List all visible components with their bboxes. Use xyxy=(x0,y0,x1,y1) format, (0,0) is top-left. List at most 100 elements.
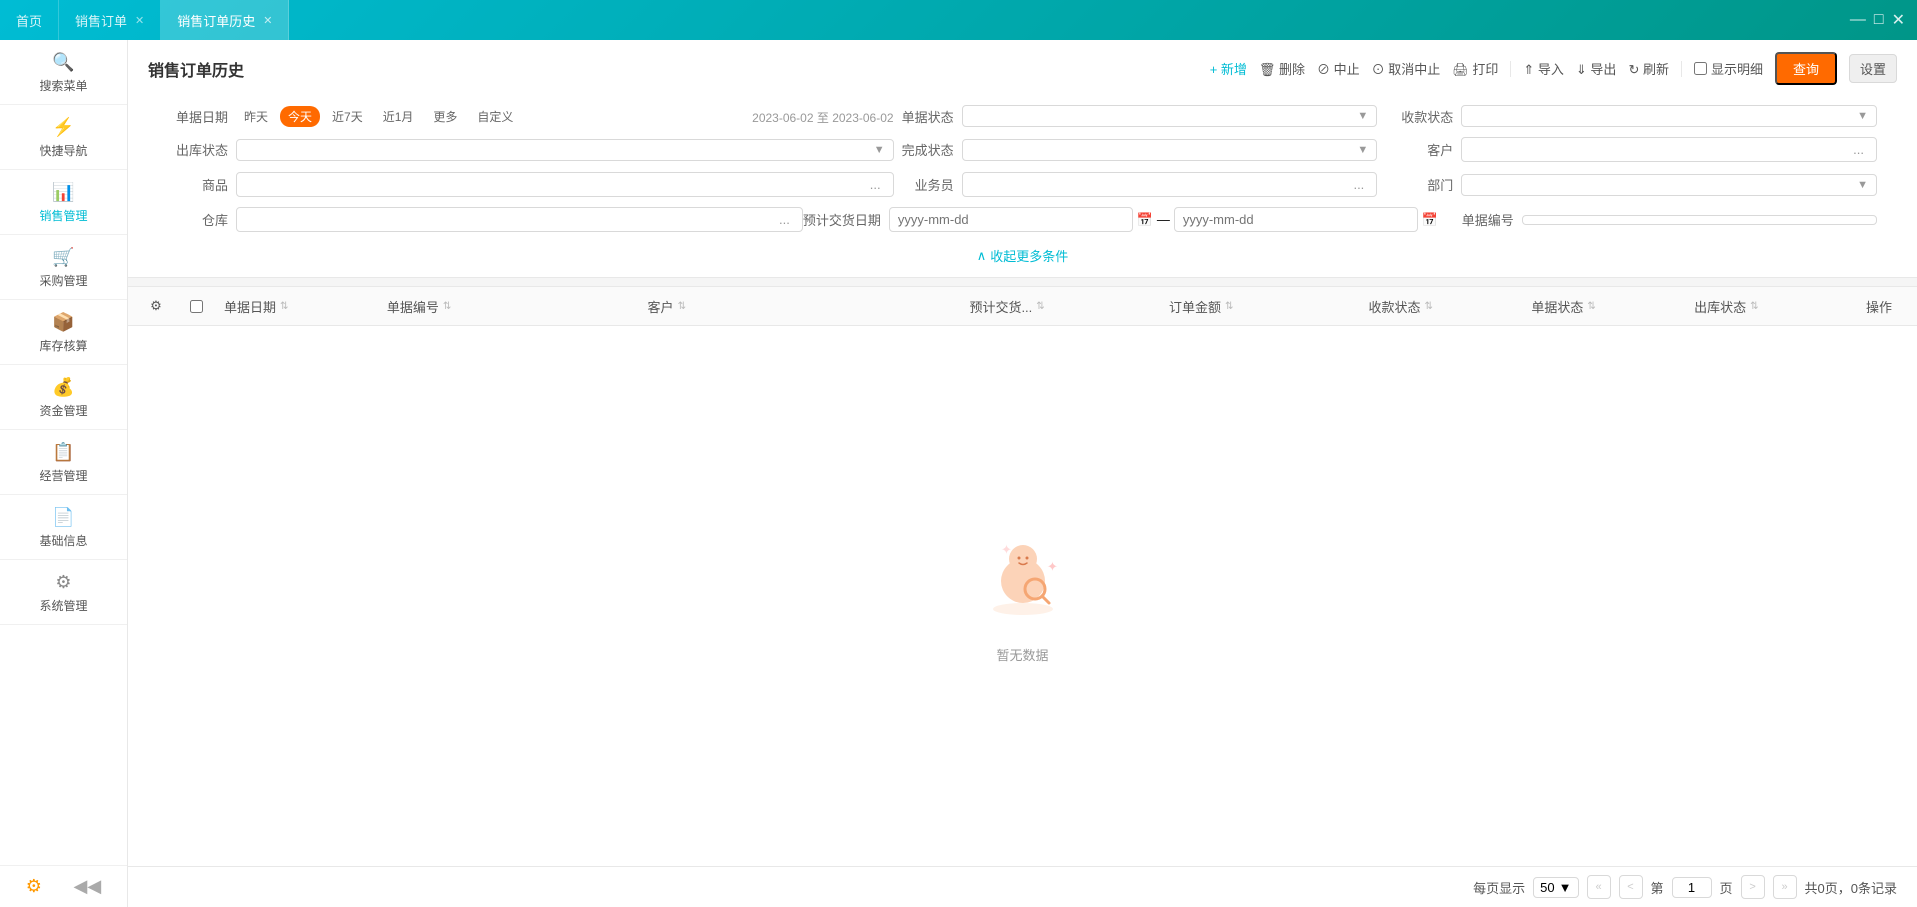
salesman-label: 业务员 xyxy=(894,175,954,194)
import-button[interactable]: ⇑ 导入 xyxy=(1523,59,1564,78)
tab-sales-order[interactable]: 销售订单 ✕ xyxy=(59,0,161,40)
payment-status-select[interactable]: ▼ xyxy=(1461,105,1877,127)
collapse-icon: ∧ xyxy=(977,248,987,264)
warehouse-input[interactable]: ... xyxy=(236,207,803,232)
date-yesterday[interactable]: 昨天 xyxy=(236,106,276,127)
out-status-select[interactable]: ▼ xyxy=(236,139,894,161)
maximize-icon[interactable]: □ xyxy=(1874,11,1884,29)
sidebar-item-quick-nav[interactable]: ⚡ 快捷导航 xyxy=(0,105,127,170)
filter-bill-no: 单据编号 xyxy=(1454,210,1877,229)
sidebar-item-basic-info[interactable]: 📄 基础信息 xyxy=(0,495,127,560)
sidebar-finance-label: 资金管理 xyxy=(39,402,87,419)
page-size-label: 每页显示 xyxy=(1473,878,1525,897)
th-no[interactable]: 单据编号 ⇅ xyxy=(379,297,640,316)
tab-sales-history-close[interactable]: ✕ xyxy=(263,14,272,27)
th-customer[interactable]: 客户 ⇅ xyxy=(640,297,962,316)
select-all-checkbox[interactable] xyxy=(190,300,203,313)
refresh-button[interactable]: ↻ 刷新 xyxy=(1628,59,1669,78)
filter-row-2: 出库状态 ▼ 完成状态 ▼ 客户 xyxy=(168,137,1877,162)
th-gear[interactable]: ⚙ xyxy=(136,298,176,314)
th-action: 操作 xyxy=(1849,297,1909,316)
goods-dots[interactable]: ... xyxy=(866,177,885,192)
finance-icon: 💰 xyxy=(52,377,74,398)
customer-input[interactable]: ... xyxy=(1461,137,1877,162)
sidebar-item-purchase[interactable]: 🛒 采购管理 xyxy=(0,235,127,300)
bill-status-select[interactable]: ▼ xyxy=(962,105,1378,127)
sidebar-item-sales[interactable]: 📊 销售管理 xyxy=(0,170,127,235)
warehouse-label: 仓库 xyxy=(168,210,228,229)
tab-sales-history[interactable]: 销售订单历史 ✕ xyxy=(161,0,289,40)
tab-sales-order-close[interactable]: ✕ xyxy=(135,14,144,27)
warehouse-dots[interactable]: ... xyxy=(775,212,794,227)
th-out-status[interactable]: 出库状态 ⇅ xyxy=(1686,297,1849,316)
salesman-dots[interactable]: ... xyxy=(1349,177,1368,192)
th-amount[interactable]: 订单金额 ⇅ xyxy=(1161,297,1361,316)
tab-home[interactable]: 首页 xyxy=(0,0,59,40)
filter-area: 单据日期 昨天 今天 近7天 近1月 更多 自定义 2023-06-02 xyxy=(148,97,1897,277)
th-pay-status[interactable]: 收款状态 ⇅ xyxy=(1361,297,1524,316)
first-page-btn[interactable]: « xyxy=(1587,875,1611,899)
collapse-row[interactable]: ∧ 收起更多条件 xyxy=(168,242,1877,265)
page-number-input[interactable] xyxy=(1672,877,1712,898)
delivery-date-end[interactable] xyxy=(1174,207,1418,232)
prev-page-btn[interactable]: < xyxy=(1619,875,1643,899)
date-today[interactable]: 今天 xyxy=(280,106,320,127)
date-1month[interactable]: 近1月 xyxy=(375,106,422,127)
salesman-input[interactable]: ... xyxy=(962,172,1378,197)
query-button[interactable]: 查询 xyxy=(1775,52,1837,85)
table-header: ⚙ 单据日期 ⇅ 单据编号 ⇅ 客户 ⇅ 预计交货... xyxy=(128,286,1917,326)
content-area: 销售订单历史 + 新增 🗑 删除 ⊘ 中止 ⊙ 取消中止 🖨 打印 ⇑ 导入 ⇓… xyxy=(128,40,1917,907)
cancel-stop-button[interactable]: ⊙ 取消中止 xyxy=(1372,59,1441,78)
new-button[interactable]: + 新增 xyxy=(1210,59,1247,78)
stop-button[interactable]: ⊘ 中止 xyxy=(1317,59,1360,78)
out-status-arrow: ▼ xyxy=(874,144,885,156)
page-title-row: 销售订单历史 + 新增 🗑 删除 ⊘ 中止 ⊙ 取消中止 🖨 打印 ⇑ 导入 ⇓… xyxy=(148,52,1897,85)
date-7days[interactable]: 近7天 xyxy=(324,106,371,127)
sidebar-item-finance[interactable]: 💰 资金管理 xyxy=(0,365,127,430)
page-size-select[interactable]: 50 ▼ xyxy=(1533,877,1578,898)
show-detail-label: 显示明细 xyxy=(1711,59,1763,78)
sidebar-item-system[interactable]: ⚙ 系统管理 xyxy=(0,560,127,625)
total-info: 共0页，0条记录 xyxy=(1805,878,1897,897)
th-bill-status[interactable]: 单据状态 ⇅ xyxy=(1523,297,1686,316)
minimize-icon[interactable]: — xyxy=(1850,11,1866,29)
sidebar-item-operations[interactable]: 📋 经营管理 xyxy=(0,430,127,495)
sidebar-item-search[interactable]: 🔍 搜索菜单 xyxy=(0,40,127,105)
system-icon: ⚙ xyxy=(55,572,71,593)
bill-no-input[interactable] xyxy=(1522,215,1877,225)
th-delivery[interactable]: 预计交货... ⇅ xyxy=(961,297,1161,316)
tab-sales-order-label: 销售订单 xyxy=(75,11,127,30)
delivery-date-calendar1[interactable]: 📅 xyxy=(1137,212,1153,228)
top-tabs: 首页 销售订单 ✕ 销售订单历史 ✕ xyxy=(0,0,1850,40)
th-date[interactable]: 单据日期 ⇅ xyxy=(216,297,379,316)
date-control: 昨天 今天 近7天 近1月 更多 自定义 xyxy=(236,106,744,127)
sidebar-item-inventory[interactable]: 📦 库存核算 xyxy=(0,300,127,365)
date-custom[interactable]: 自定义 xyxy=(469,106,521,127)
sidebar-operations-label: 经营管理 xyxy=(39,467,87,484)
settings-button[interactable]: 设置 xyxy=(1849,54,1897,83)
date-range-text: 2023-06-02 至 2023-06-02 xyxy=(752,109,893,126)
sidebar-collapse-icon[interactable]: ◀◀ xyxy=(74,876,102,897)
show-detail-checkbox[interactable]: 显示明细 xyxy=(1694,59,1763,78)
next-page-btn[interactable]: > xyxy=(1741,875,1765,899)
export-button[interactable]: ⇓ 导出 xyxy=(1576,59,1617,78)
last-page-btn[interactable]: » xyxy=(1773,875,1797,899)
th-check[interactable] xyxy=(176,300,216,313)
delivery-date-start[interactable] xyxy=(889,207,1133,232)
sidebar-system-label: 系统管理 xyxy=(39,597,87,614)
jump-word: 第 xyxy=(1651,878,1664,897)
th-pay-status-sort: ⇅ xyxy=(1425,301,1433,312)
sidebar-settings-icon[interactable]: ⚙ xyxy=(26,876,42,897)
show-detail-input[interactable] xyxy=(1694,62,1707,75)
date-more[interactable]: 更多 xyxy=(425,106,465,127)
close-window-icon[interactable]: ✕ xyxy=(1892,10,1905,30)
goods-input[interactable]: ... xyxy=(236,172,894,197)
delete-button[interactable]: 🗑 删除 xyxy=(1259,59,1305,78)
dept-select[interactable]: ▼ xyxy=(1461,174,1877,196)
customer-dots[interactable]: ... xyxy=(1849,142,1868,157)
bill-status-arrow: ▼ xyxy=(1357,110,1368,122)
sidebar-basic-info-label: 基础信息 xyxy=(39,532,87,549)
complete-status-select[interactable]: ▼ xyxy=(962,139,1378,161)
delivery-date-calendar2[interactable]: 📅 xyxy=(1422,212,1438,228)
print-button[interactable]: 🖨 打印 xyxy=(1452,59,1498,78)
